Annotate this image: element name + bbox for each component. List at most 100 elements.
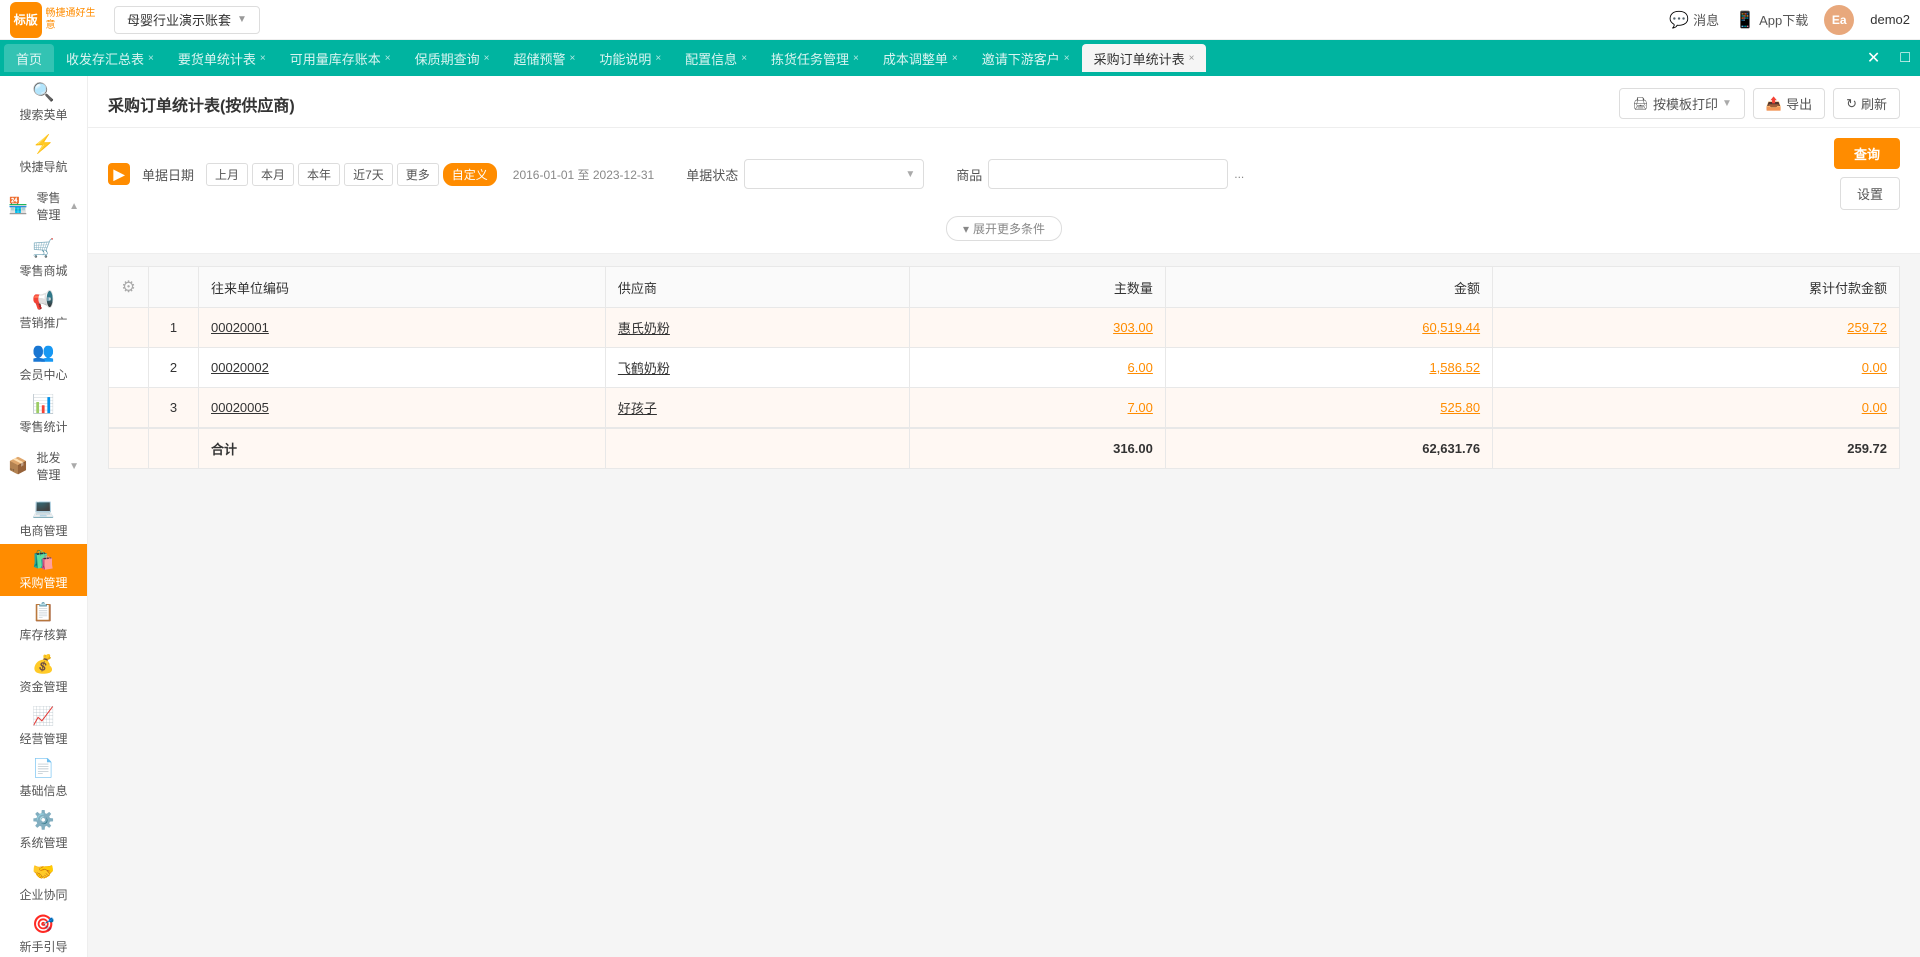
enterprise-icon: 🤝 [32,862,54,883]
row-amount-cell[interactable]: 1,586.52 [1165,348,1492,388]
footer-qty: 316.00 [1113,441,1153,456]
sidebar-item-ops-mgmt[interactable]: 📈 经营管理 [0,700,87,752]
goods-input[interactable] [988,159,1228,189]
row-unit-code-cell[interactable]: 00020002 [199,348,606,388]
sidebar-item-ecommerce[interactable]: 💻 电商管理 [0,492,87,544]
filter-expand-button[interactable]: ▶ [108,163,130,185]
sidebar-item-wholesale-mgmt[interactable]: 📦 批发管理 ▼ [0,440,87,492]
user-name[interactable]: demo2 [1870,12,1910,27]
footer-label-cell: 合计 [199,428,606,469]
tab-8-close-icon[interactable]: × [853,53,859,64]
row-unit-code-cell[interactable]: 00020005 [199,388,606,429]
sidebar-item-basic-info[interactable]: 📄 基础信息 [0,752,87,804]
sidebar-item-new-guide[interactable]: 🎯 新手引导 [0,908,87,957]
tab-10-close-icon[interactable]: × [1064,53,1070,64]
row-qty-cell[interactable]: 7.00 [910,388,1166,429]
status-select[interactable]: ▼ [744,159,924,189]
sidebar-item-marketing[interactable]: 📢 营销推广 [0,284,87,336]
sidebar-item-retail-shop[interactable]: 🛒 零售商城 [0,232,87,284]
marketing-icon: 📢 [32,290,54,311]
table-header: ⚙ 往来单位编码 供应商 主数量 金额 累计付款金额 [109,267,1900,308]
row-supplier-cell[interactable]: 好孩子 [605,388,909,429]
sidebar: 🔍 搜索英单 ⚡ 快捷导航 🏪 零售管理 ▲ 🛒 零售商城 📢 营销推广 👥 会… [0,76,88,957]
row-qty-cell[interactable]: 6.00 [910,348,1166,388]
nav-tab-5[interactable]: 超储预警 × [501,44,587,72]
row-paid-amount-cell[interactable]: 0.00 [1493,388,1900,429]
user-initials: Ea [1832,13,1847,27]
row-supplier-cell[interactable]: 惠氏奶粉 [605,308,909,348]
workspace-selector[interactable]: 母婴行业演示账套 ▼ [114,6,260,34]
ops-mgmt-icon: 📈 [32,706,54,727]
sidebar-quick-nav-label: 快捷导航 [19,158,67,175]
date-last-month-btn[interactable]: 上月 [206,163,248,186]
app-download-icon: 📱 [1735,10,1755,30]
nav-tab-4[interactable]: 保质期查询 × [403,44,502,72]
settings-col-header[interactable]: ⚙ [109,267,149,308]
tab-6-close-icon[interactable]: × [655,53,661,64]
nav-tab-7[interactable]: 配置信息 × [673,44,759,72]
date-custom-btn[interactable]: 自定义 [443,163,497,186]
sidebar-item-inventory[interactable]: 📋 库存核算 [0,596,87,648]
template-print-button[interactable]: 🖨 按模板打印 ▼ [1619,88,1744,119]
column-settings-icon[interactable]: ⚙ [121,279,135,296]
expand-more-button[interactable]: ▾ 展开更多条件 [946,216,1062,241]
tab-5-close-icon[interactable]: × [569,53,575,64]
qty-col-header: 主数量 [910,267,1166,308]
tab-9-close-icon[interactable]: × [952,53,958,64]
row-settings-cell [109,388,149,429]
retail-mgmt-icon: 🏪 [8,196,28,216]
supplier-col-header: 供应商 [605,267,909,308]
sidebar-item-system[interactable]: ⚙️ 系统管理 [0,804,87,856]
tab-3-close-icon[interactable]: × [385,53,391,64]
export-button[interactable]: 📤 导出 [1753,88,1825,119]
goods-more-icon[interactable]: ... [1234,167,1244,181]
nav-tab-2[interactable]: 要货单统计表 × [166,44,278,72]
nav-tab-home[interactable]: 首页 [4,44,54,72]
footer-paid-amount: 259.72 [1847,441,1887,456]
date-this-year-btn[interactable]: 本年 [298,163,340,186]
nav-tab-1[interactable]: 收发存汇总表 × [54,44,166,72]
nav-tab-11[interactable]: 采购订单统计表 × [1082,44,1207,72]
query-button[interactable]: 查询 [1834,138,1900,169]
tab-11-close-icon[interactable]: × [1189,53,1195,64]
sidebar-item-retail-mgmt[interactable]: 🏪 零售管理 ▲ [0,180,87,232]
table-area: ⚙ 往来单位编码 供应商 主数量 金额 累计付款金额 1 00020001 惠氏… [88,254,1920,957]
tab-7-close-icon[interactable]: × [741,53,747,64]
tab-4-close-icon[interactable]: × [484,53,490,64]
goods-filter-label: 商品 [956,165,982,184]
row-paid-amount-cell[interactable]: 259.72 [1493,308,1900,348]
maximize-btn[interactable]: □ [1894,47,1916,69]
tab-1-close-icon[interactable]: × [148,53,154,64]
filter-settings-button[interactable]: 设置 [1840,177,1900,210]
row-paid-amount-cell[interactable]: 0.00 [1493,348,1900,388]
row-unit-code-cell[interactable]: 00020001 [199,308,606,348]
sidebar-item-finance[interactable]: 💰 资金管理 [0,648,87,700]
refresh-button[interactable]: ↻ 刷新 [1833,88,1900,119]
row-amount-cell[interactable]: 525.80 [1165,388,1492,429]
user-avatar[interactable]: Ea [1824,5,1854,35]
sidebar-item-quick-nav[interactable]: ⚡ 快捷导航 [0,128,87,180]
message-action[interactable]: 💬 消息 [1669,10,1719,30]
printer-icon: 🖨 [1632,96,1649,112]
sidebar-item-purchase-mgmt[interactable]: 🛍️ 采购管理 [0,544,87,596]
sidebar-system-label: 系统管理 [19,834,67,851]
nav-tab-9[interactable]: 成本调整单 × [871,44,970,72]
sidebar-item-search[interactable]: 🔍 搜索英单 [0,76,87,128]
refresh-label: 刷新 [1861,94,1887,113]
sidebar-item-enterprise[interactable]: 🤝 企业协同 [0,856,87,908]
app-download-action[interactable]: 📱 App下载 [1735,10,1808,30]
row-amount-cell[interactable]: 60,519.44 [1165,308,1492,348]
row-qty-cell[interactable]: 303.00 [910,308,1166,348]
date-7days-btn[interactable]: 近7天 [344,163,393,186]
nav-tab-6[interactable]: 功能说明 × [587,44,673,72]
row-supplier-cell[interactable]: 飞鹤奶粉 [605,348,909,388]
date-this-month-btn[interactable]: 本月 [252,163,294,186]
nav-tab-3[interactable]: 可用量库存账本 × [278,44,403,72]
sidebar-item-retail-stats[interactable]: 📊 零售统计 [0,388,87,440]
tab-2-close-icon[interactable]: × [260,53,266,64]
nav-tab-8[interactable]: 拣货任务管理 × [759,44,871,72]
date-more-btn[interactable]: 更多 [397,163,439,186]
sidebar-item-member-center[interactable]: 👥 会员中心 [0,336,87,388]
close-all-tabs-btn[interactable]: ✕ [1861,46,1886,70]
nav-tab-10[interactable]: 邀请下游客户 × [970,44,1082,72]
